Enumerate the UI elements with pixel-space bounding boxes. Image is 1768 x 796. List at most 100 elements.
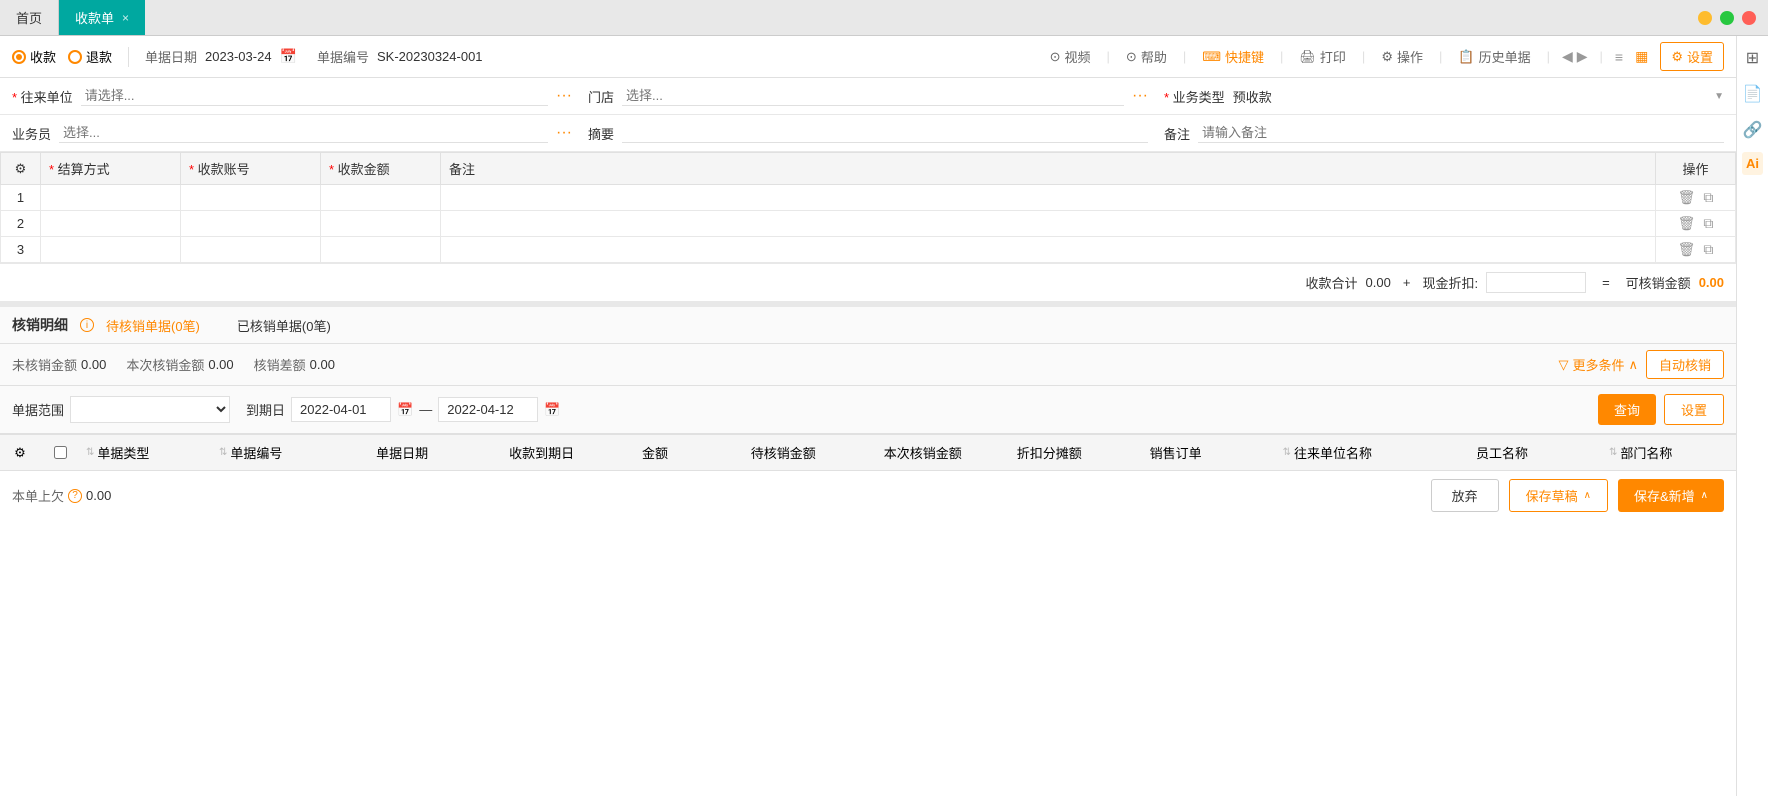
th-doc-type: ⇅ 单据类型 [80,439,213,466]
close-btn[interactable] [1742,11,1756,25]
row-1-settle[interactable] [41,185,181,211]
row-2-amount[interactable] [321,211,441,237]
tab-home[interactable]: 首页 [0,0,59,35]
auto-btn-label: 自动核销 [1659,358,1711,373]
row-2-remark[interactable] [441,211,1656,237]
radio-refund[interactable]: 退款 [68,47,112,66]
doc-type-sort-icon[interactable]: ⇅ [86,447,94,458]
query-btn[interactable]: 查询 [1598,394,1656,425]
date-separator: — [419,402,432,417]
sidebar-ai-icon[interactable]: Ai [1742,152,1763,175]
th-gear-reconcile[interactable]: ⚙ [0,441,40,465]
remark-label: 备注 [1164,124,1190,143]
row-2-settle[interactable] [41,211,181,237]
staff-input[interactable] [59,123,548,143]
th-gear[interactable]: ⚙ [1,153,41,185]
tab-active[interactable]: 收款单 × [59,0,145,35]
tab-close-icon[interactable]: × [122,11,129,25]
store-input[interactable] [622,86,1124,106]
remark-header: 备注 [449,162,475,177]
video-btn[interactable]: ⊙ 视频 [1046,45,1095,68]
more-conditions-btn[interactable]: ▽ 更多条件 ∧ [1558,355,1638,374]
th-pending-amount: 待核销金额 [745,439,878,466]
th-staff-name: 员工名称 [1470,439,1603,466]
row-1-remark[interactable] [441,185,1656,211]
summary-field: 摘要 [588,123,1148,143]
th-remark: 备注 [441,153,1656,185]
bottom-info-icon[interactable]: ? [68,489,82,503]
reconcile-right: ▽ 更多条件 ∧ 自动核销 [1558,350,1724,379]
row-1-account[interactable] [181,185,321,211]
row-2-copy-icon[interactable]: ⧉ [1703,215,1713,232]
current-label: 本次核销金额 [126,355,204,374]
calendar-from-icon[interactable]: 📅 [397,402,413,418]
partner-input[interactable] [81,86,548,106]
shortcut-btn[interactable]: ⌨ 快捷键 [1198,45,1268,68]
filter-icon: ▽ [1558,357,1568,373]
sidebar-doc-icon[interactable]: 📄 [1739,80,1767,108]
partner-more-icon[interactable]: ··· [556,87,572,105]
row-2-delete-icon[interactable]: 🗑 [1678,215,1696,232]
radio-refund-dot [68,50,82,64]
minimize-btn[interactable] [1698,11,1712,25]
available-label: 可核销金额 [1626,273,1691,292]
calendar-icon[interactable]: 📅 [280,48,297,65]
row-3-amount[interactable] [321,237,441,263]
th-action: 操作 [1656,153,1736,185]
auto-reconcile-btn[interactable]: 自动核销 [1646,350,1724,379]
amount-header: 收款金额 [329,162,390,177]
due-date-from-input[interactable] [291,397,391,422]
help-btn[interactable]: ⊙ 帮助 [1122,45,1171,68]
tab-home-label: 首页 [16,8,42,27]
row-3-copy-icon[interactable]: ⧉ [1703,241,1713,258]
staff-field: 业务员 ··· [12,123,572,143]
list-icon[interactable]: ≡ [1615,49,1623,65]
staff-more-icon[interactable]: ··· [556,124,572,142]
dept-sort-icon[interactable]: ⇅ [1609,447,1617,458]
pending-tab-link[interactable]: 待核销单据(0笔) [106,316,200,335]
reconcile-settings-btn[interactable]: 设置 [1664,394,1724,425]
reconcile-info-icon[interactable]: i [80,318,94,332]
remark-input[interactable] [1198,123,1724,143]
sidebar-table-icon[interactable]: ⊞ [1742,44,1763,72]
settings-button[interactable]: ⚙ 设置 [1660,42,1724,71]
biz-type-dropdown-icon[interactable]: ▼ [1714,91,1724,102]
partner-field: 往来单位 ··· [12,86,572,106]
th-doc-date: 单据日期 [370,439,503,466]
doc-info: 单据日期 2023-03-24 📅 单据编号 SK-20230324-001 [145,47,483,66]
row-3-settle[interactable] [41,237,181,263]
operation-btn[interactable]: ⚙ 操作 [1377,45,1427,68]
print-btn[interactable]: 🖨 打印 [1295,45,1350,68]
save-draft-btn[interactable]: 保存草稿 ∧ [1509,479,1608,512]
summary-input[interactable] [622,123,1148,143]
save-new-btn[interactable]: 保存&新增 ∧ [1618,479,1724,512]
range-select[interactable] [70,396,230,423]
discount-input[interactable] [1486,272,1586,293]
row-1-amount[interactable] [321,185,441,211]
select-all-checkbox[interactable] [54,446,67,459]
next-arrow[interactable]: ▶ [1577,48,1588,65]
discard-btn[interactable]: 放弃 [1431,479,1499,512]
grid-icon[interactable]: ▦ [1635,48,1648,65]
row-2-account[interactable] [181,211,321,237]
row-1-copy-icon[interactable]: ⧉ [1703,189,1713,206]
account-header: 收款账号 [189,162,250,177]
due-date-to-input[interactable] [438,397,538,422]
calendar-to-icon[interactable]: 📅 [544,402,560,418]
row-1-delete-icon[interactable]: 🗑 [1678,189,1696,206]
plus-sign: + [1403,275,1411,290]
doc-no-sort-icon[interactable]: ⇅ [219,447,227,458]
sidebar-attach-icon[interactable]: 🔗 [1739,116,1767,144]
radio-receive[interactable]: 收款 [12,47,56,66]
prev-arrow[interactable]: ◀ [1562,48,1573,65]
maximize-btn[interactable] [1720,11,1734,25]
row-3-account[interactable] [181,237,321,263]
done-tab-link[interactable]: 已核销单据(0笔) [237,316,331,335]
equals-sign: = [1602,275,1610,290]
th-checkbox[interactable] [40,446,80,459]
partner-sort-icon[interactable]: ⇅ [1283,447,1291,458]
store-more-icon[interactable]: ··· [1132,87,1148,105]
row-3-remark[interactable] [441,237,1656,263]
history-btn[interactable]: 📋 历史单据 [1454,45,1534,68]
row-3-delete-icon[interactable]: 🗑 [1678,241,1696,258]
